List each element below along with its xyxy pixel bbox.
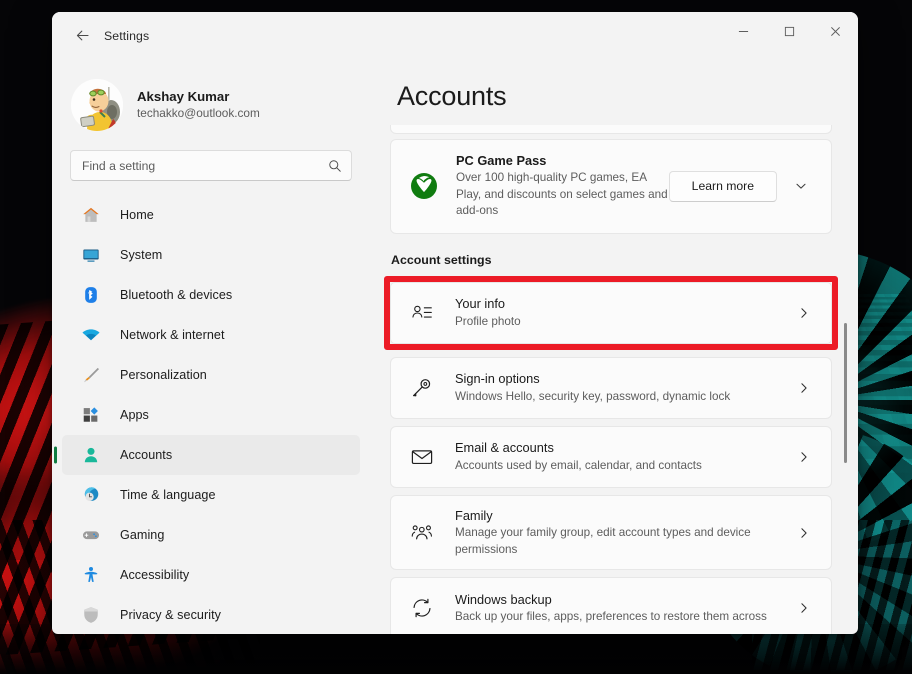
clock-globe-icon bbox=[80, 484, 102, 506]
maximize-button[interactable] bbox=[766, 12, 812, 50]
sidebar-item-bluetooth-devices[interactable]: Bluetooth & devices bbox=[62, 275, 360, 315]
sidebar-item-accessibility[interactable]: Accessibility bbox=[62, 555, 360, 595]
row-description: Manage your family group, edit account t… bbox=[455, 526, 751, 556]
setting-row-email-accounts[interactable]: Email & accounts Accounts used by email,… bbox=[390, 425, 832, 488]
gamepass-title: PC Game Pass bbox=[456, 153, 547, 168]
setting-row-sign-in-options[interactable]: Sign-in options Windows Hello, security … bbox=[390, 356, 832, 419]
shield-icon bbox=[80, 604, 102, 626]
setting-row-family[interactable]: Family Manage your family group, edit ac… bbox=[390, 494, 832, 571]
sidebar-item-label: Personalization bbox=[120, 368, 207, 382]
window-controls bbox=[720, 12, 858, 50]
chevron-down-icon[interactable] bbox=[785, 170, 817, 202]
row-title: Family bbox=[455, 507, 493, 523]
chevron-right-icon bbox=[793, 306, 815, 320]
sidebar-item-label: Accounts bbox=[120, 448, 173, 462]
row-text: Email & accounts Accounts used by email,… bbox=[455, 428, 793, 485]
back-button[interactable] bbox=[65, 21, 99, 51]
sidebar-item-accounts[interactable]: Accounts bbox=[62, 435, 360, 475]
sidebar-nav-list: Home System Bluetooth & devices Network … bbox=[52, 195, 370, 634]
settings-scroll-area: PC Game Pass Over 100 high-quality PC ga… bbox=[370, 125, 858, 634]
row-text: Windows backup Back up your files, apps,… bbox=[455, 580, 793, 634]
sidebar-item-privacy-security[interactable]: Privacy & security bbox=[62, 595, 360, 634]
row-text: Your info Profile photo bbox=[455, 284, 793, 341]
chevron-right-icon bbox=[793, 450, 815, 464]
window-body: Akshay Kumar techakko@outlook.com Find a… bbox=[52, 59, 858, 634]
sidebar-item-system[interactable]: System bbox=[62, 235, 360, 275]
sidebar-item-apps[interactable]: Apps bbox=[62, 395, 360, 435]
sidebar: Akshay Kumar techakko@outlook.com Find a… bbox=[52, 59, 370, 634]
scrollbar-track[interactable] bbox=[840, 125, 852, 630]
account-text: Akshay Kumar techakko@outlook.com bbox=[137, 88, 260, 123]
home-icon bbox=[80, 204, 102, 226]
bluetooth-icon bbox=[80, 284, 102, 306]
row-title: Windows backup bbox=[455, 591, 552, 607]
scrollbar-thumb[interactable] bbox=[844, 323, 847, 463]
sidebar-item-time-language[interactable]: Time & language bbox=[62, 475, 360, 515]
account-name: Akshay Kumar bbox=[137, 88, 230, 104]
titlebar: Settings bbox=[52, 12, 858, 59]
row-description: Back up your files, apps, preferences to… bbox=[455, 610, 767, 624]
learn-more-button[interactable]: Learn more bbox=[668, 170, 777, 202]
key-icon bbox=[409, 375, 435, 401]
row-description: Accounts used by email, calendar, and co… bbox=[455, 458, 702, 472]
close-button[interactable] bbox=[812, 12, 858, 50]
sidebar-item-gaming[interactable]: Gaming bbox=[62, 515, 360, 555]
section-header: Account settings bbox=[391, 252, 492, 267]
settings-window: Settings Akshay Kumar techakko@outlook.c… bbox=[52, 12, 858, 634]
row-title: Sign-in options bbox=[455, 371, 540, 387]
sidebar-item-label: Privacy & security bbox=[120, 608, 221, 622]
contact-card-icon bbox=[409, 300, 435, 326]
account-block[interactable]: Akshay Kumar techakko@outlook.com bbox=[52, 59, 370, 137]
gamepad-icon bbox=[80, 524, 102, 546]
highlight-annotation: Your info Profile photo bbox=[384, 275, 838, 350]
row-description: Profile photo bbox=[455, 314, 521, 328]
sidebar-item-label: Accessibility bbox=[120, 568, 190, 582]
sidebar-item-personalization[interactable]: Personalization bbox=[62, 355, 360, 395]
sidebar-item-label: Apps bbox=[120, 408, 149, 422]
sidebar-item-home[interactable]: Home bbox=[62, 195, 360, 235]
gamepass-card: PC Game Pass Over 100 high-quality PC ga… bbox=[390, 139, 832, 234]
envelope-icon bbox=[409, 444, 435, 470]
paintbrush-icon bbox=[80, 364, 102, 386]
minimize-button[interactable] bbox=[720, 12, 766, 50]
row-description: Windows Hello, security key, password, d… bbox=[455, 389, 731, 403]
search-input[interactable] bbox=[82, 158, 328, 173]
family-group-icon bbox=[409, 520, 435, 546]
chevron-right-icon bbox=[793, 526, 815, 540]
account-email: techakko@outlook.com bbox=[137, 106, 260, 121]
sidebar-item-label: Home bbox=[120, 208, 154, 222]
row-title: Email & accounts bbox=[455, 440, 554, 456]
sidebar-item-network-internet[interactable]: Network & internet bbox=[62, 315, 360, 355]
sidebar-item-label: Time & language bbox=[120, 488, 216, 502]
partial-card-above bbox=[390, 125, 832, 134]
apps-grid-icon bbox=[80, 404, 102, 426]
setting-row-your-info[interactable]: Your info Profile photo bbox=[390, 281, 832, 344]
setting-row-windows-backup[interactable]: Windows backup Back up your files, apps,… bbox=[390, 577, 832, 634]
sidebar-item-label: Gaming bbox=[120, 528, 165, 542]
chevron-right-icon bbox=[793, 601, 815, 615]
accessibility-person-icon bbox=[80, 564, 102, 586]
sidebar-item-label: Network & internet bbox=[120, 328, 225, 342]
search-box[interactable] bbox=[70, 150, 352, 181]
sidebar-item-label: System bbox=[120, 248, 163, 262]
main-content: Accounts PC Game Pass Over 100 high-qual… bbox=[370, 59, 858, 634]
search-icon bbox=[328, 159, 342, 173]
gamepass-description: Over 100 high-quality PC games, EA Play,… bbox=[456, 171, 668, 218]
avatar bbox=[70, 78, 124, 132]
titlebar-label: Settings bbox=[104, 28, 150, 43]
row-text: Family Manage your family group, edit ac… bbox=[455, 496, 793, 569]
monitor-icon bbox=[80, 244, 102, 266]
desktop-background: Settings Akshay Kumar techakko@outlook.c… bbox=[0, 0, 912, 674]
wifi-icon bbox=[80, 324, 102, 346]
gamepass-text: PC Game Pass Over 100 high-quality PC ga… bbox=[456, 153, 669, 220]
person-icon bbox=[80, 444, 102, 466]
row-text: Sign-in options Windows Hello, security … bbox=[455, 359, 793, 416]
xbox-logo-icon bbox=[409, 171, 439, 201]
row-title: Your info bbox=[455, 296, 506, 312]
page-title: Accounts bbox=[397, 81, 507, 111]
backup-refresh-icon bbox=[409, 595, 435, 621]
chevron-right-icon bbox=[793, 381, 815, 395]
sidebar-item-label: Bluetooth & devices bbox=[120, 288, 233, 302]
